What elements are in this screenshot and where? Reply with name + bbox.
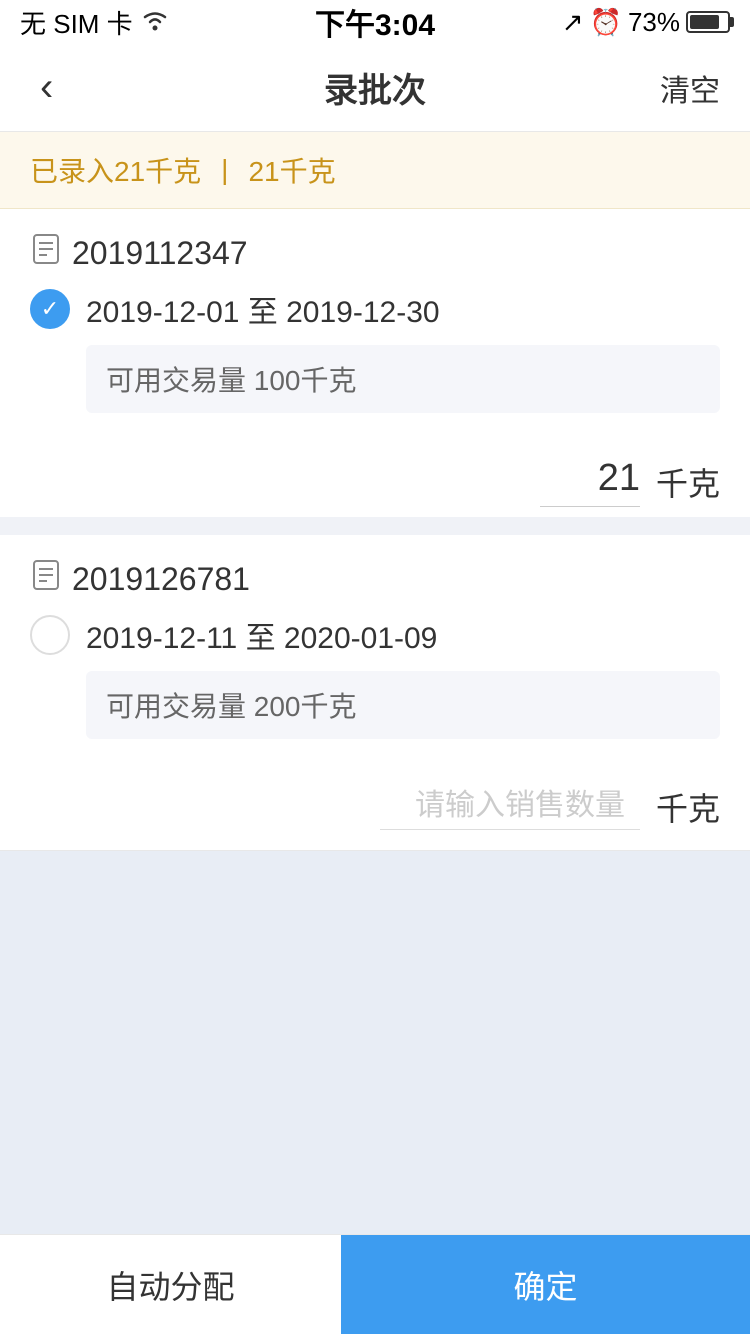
batch-date-2: 2019-12-11 至 2020-01-09 xyxy=(86,613,437,657)
wifi-icon xyxy=(141,7,169,38)
radio-btn-1[interactable] xyxy=(30,289,70,329)
batch-item-2: 2019126781 2019-12-11 至 2020-01-09 可用交易量… xyxy=(0,535,750,763)
bottom-bar: 自动分配 确定 xyxy=(0,1234,750,1334)
available-qty-2: 可用交易量 200千克 xyxy=(86,671,720,739)
back-button[interactable]: ‹ xyxy=(30,55,63,120)
status-left: 无 SIM 卡 xyxy=(20,4,169,41)
separator-1 xyxy=(0,517,750,535)
batch-item-1: 2019112347 2019-12-01 至 2019-12-30 可用交易量… xyxy=(0,209,750,437)
input-unit-2: 千克 xyxy=(656,784,720,830)
batch-header-2: 2019126781 xyxy=(30,559,720,599)
status-right: ↗ ⏰ 73% xyxy=(562,7,730,38)
batch-date-1: 2019-12-01 至 2019-12-30 xyxy=(86,287,440,331)
battery-percent: 73% xyxy=(628,7,680,38)
battery-icon xyxy=(686,11,730,33)
batch-card-2: 2019126781 2019-12-11 至 2020-01-09 可用交易量… xyxy=(0,535,750,851)
input-row-2[interactable]: 千克 xyxy=(0,763,750,851)
status-bar: 无 SIM 卡 下午3:04 ↗ ⏰ 73% xyxy=(0,0,750,44)
carrier-label: 无 SIM 卡 xyxy=(20,4,133,41)
batch-header-1: 2019112347 xyxy=(30,233,720,273)
qty-unit-1: 千克 xyxy=(656,459,720,505)
batch-id-icon-2 xyxy=(30,559,62,599)
qty-display-1[interactable]: 21 xyxy=(540,457,640,507)
batch-row-1[interactable]: 2019-12-01 至 2019-12-30 xyxy=(30,287,720,331)
info-banner: 已录入21千克 | 21千克 xyxy=(0,132,750,209)
info-amount: 21千克 xyxy=(248,150,335,190)
batch-card-1: 2019112347 2019-12-01 至 2019-12-30 可用交易量… xyxy=(0,209,750,517)
nav-title: 录批次 xyxy=(324,63,426,112)
batch-id-1: 2019112347 xyxy=(72,235,248,272)
recorded-label: 已录入21千克 xyxy=(30,150,201,190)
status-time: 下午3:04 xyxy=(315,0,435,44)
location-icon: ↗ xyxy=(562,7,584,38)
batch-row-2[interactable]: 2019-12-11 至 2020-01-09 xyxy=(30,613,720,657)
sales-quantity-input[interactable] xyxy=(380,783,640,830)
qty-input-wrapper-1: 21 千克 xyxy=(0,437,750,517)
alarm-icon: ⏰ xyxy=(590,7,622,38)
clear-button[interactable]: 清空 xyxy=(660,66,720,110)
batch-id-icon-1 xyxy=(30,233,62,273)
available-qty-1: 可用交易量 100千克 xyxy=(86,345,720,413)
batch-id-2: 2019126781 xyxy=(72,561,250,598)
nav-bar: ‹ 录批次 清空 xyxy=(0,44,750,132)
info-divider: | xyxy=(221,154,228,186)
auto-distribute-button[interactable]: 自动分配 xyxy=(0,1235,341,1334)
confirm-button[interactable]: 确定 xyxy=(341,1235,750,1334)
radio-btn-2[interactable] xyxy=(30,615,70,655)
